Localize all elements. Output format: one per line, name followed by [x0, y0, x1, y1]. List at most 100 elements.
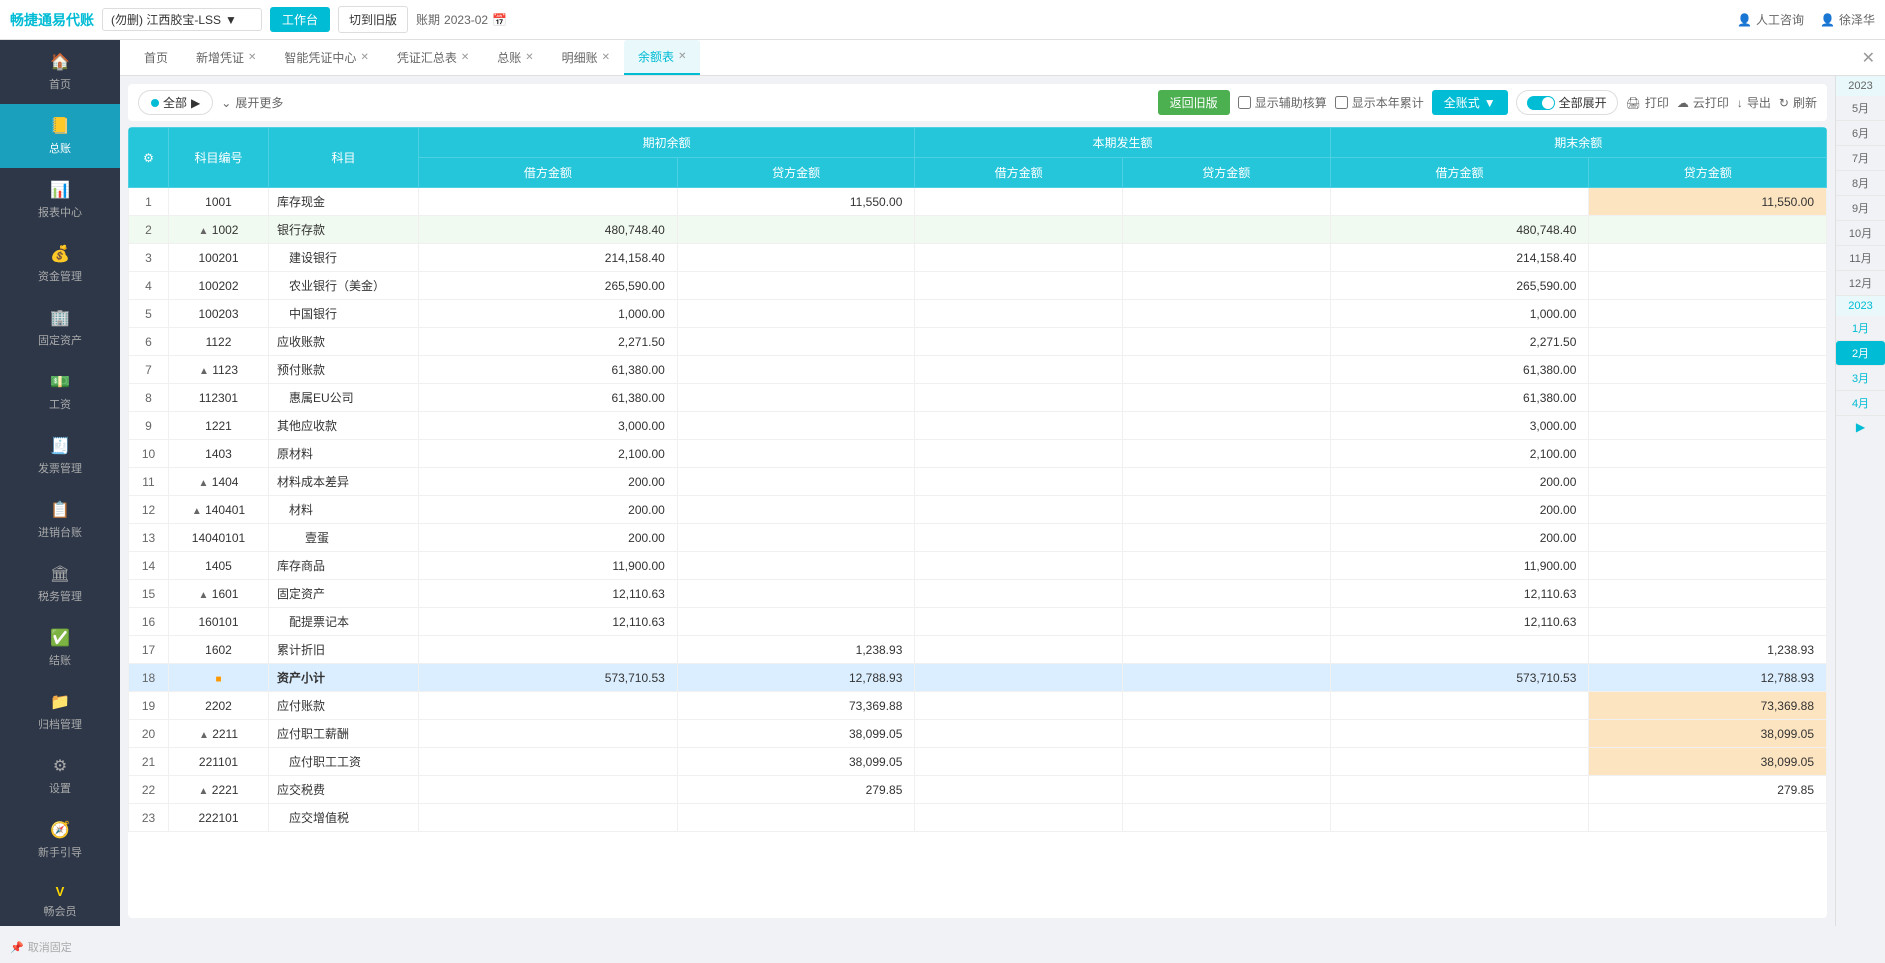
return-button[interactable]: 返回旧版	[1158, 90, 1230, 115]
consult-button[interactable]: 👤 人工咨询	[1737, 11, 1804, 28]
show-aux-checkbox[interactable]: 显示辅助核算	[1238, 94, 1327, 111]
sidebar-item-tax[interactable]: 🏛 税务管理	[0, 552, 120, 616]
show-year-input[interactable]	[1335, 96, 1348, 109]
calendar-icon[interactable]: 📅	[492, 13, 507, 27]
cell-name[interactable]: 材料成本差异	[269, 468, 419, 496]
expand-more-button[interactable]: ⌄ 展开更多	[221, 94, 283, 111]
cell-name[interactable]: 应付账款	[269, 692, 419, 720]
month-4[interactable]: 4月	[1836, 391, 1885, 416]
cell-name[interactable]: 累计折旧	[269, 636, 419, 664]
cell-name[interactable]: 库存商品	[269, 552, 419, 580]
format-button[interactable]: 全账式 ▼	[1432, 90, 1508, 115]
tab-home[interactable]: 首页	[130, 41, 182, 74]
cell-name[interactable]: 原材料	[269, 440, 419, 468]
cell-name[interactable]: 惠属EU公司	[269, 384, 419, 412]
month-6[interactable]: 6月	[1836, 121, 1885, 146]
month-7[interactable]: 7月	[1836, 146, 1885, 171]
account-name-link[interactable]: 原材料	[277, 447, 313, 461]
panel-expand-button[interactable]: ▶	[1836, 416, 1885, 438]
account-name-link[interactable]: 应付职工工资	[289, 755, 361, 769]
cell-name[interactable]: 库存现金	[269, 188, 419, 216]
account-name-link[interactable]: 银行存款	[277, 223, 325, 237]
sidebar-item-purchase[interactable]: 📋 进销台账	[0, 488, 120, 552]
cell-name[interactable]: 应交税费	[269, 776, 419, 804]
export-button[interactable]: ↓ 导出	[1737, 94, 1771, 111]
sidebar-item-archive[interactable]: 📁 归档管理	[0, 680, 120, 744]
month-12[interactable]: 12月	[1836, 271, 1885, 296]
account-name-link[interactable]: 材料成本差异	[277, 475, 349, 489]
sidebar-item-settings[interactable]: ⚙ 设置	[0, 744, 120, 808]
account-name-link[interactable]: 应付职工薪酬	[277, 727, 349, 741]
refresh-button[interactable]: ↻ 刷新	[1779, 94, 1817, 111]
month-10[interactable]: 10月	[1836, 221, 1885, 246]
account-name-link[interactable]: 材料	[289, 503, 313, 517]
print-button[interactable]: 🖨 打印	[1626, 94, 1669, 111]
cell-name[interactable]: 建设银行	[269, 244, 419, 272]
month-5[interactable]: 5月	[1836, 96, 1885, 121]
user-profile[interactable]: 👤 徐泽华	[1820, 11, 1875, 28]
month-9[interactable]: 9月	[1836, 196, 1885, 221]
account-name-link[interactable]: 固定资产	[277, 587, 325, 601]
settings-gear-icon[interactable]: ⚙	[143, 151, 154, 165]
account-name-link[interactable]: 应交税费	[277, 783, 325, 797]
account-name-link[interactable]: 农业银行（美金）	[289, 279, 385, 293]
tab-bar-close-button[interactable]: ✕	[1862, 48, 1875, 68]
account-name-link[interactable]: 应付账款	[277, 699, 325, 713]
sidebar-item-ledger[interactable]: 📒 总账	[0, 104, 120, 168]
sidebar-item-report[interactable]: 📊 报表中心	[0, 168, 120, 232]
tab-balance-close[interactable]: ✕	[678, 51, 686, 62]
tab-detail-close[interactable]: ✕	[602, 52, 610, 63]
account-name-link[interactable]: 应收账款	[277, 335, 325, 349]
tab-balance[interactable]: 余额表 ✕	[624, 40, 700, 75]
account-name-link[interactable]: 应交增值税	[289, 811, 349, 825]
cell-name[interactable]: 预付账款	[269, 356, 419, 384]
tab-ledger-close[interactable]: ✕	[525, 52, 533, 63]
account-name-link[interactable]: 配提票记本	[289, 615, 349, 629]
account-name-link[interactable]: 建设银行	[289, 251, 337, 265]
cell-name[interactable]: 农业银行（美金）	[269, 272, 419, 300]
cell-name[interactable]: 应付职工工资	[269, 748, 419, 776]
account-name-link[interactable]: 中国银行	[289, 307, 337, 321]
tab-new-voucher-close[interactable]: ✕	[248, 52, 256, 63]
account-name-link[interactable]: 库存商品	[277, 559, 325, 573]
cell-name[interactable]: 银行存款	[269, 216, 419, 244]
cell-name[interactable]: 配提票记本	[269, 608, 419, 636]
month-11[interactable]: 11月	[1836, 246, 1885, 271]
tab-detail[interactable]: 明细账 ✕	[548, 41, 624, 74]
cell-name[interactable]: 中国银行	[269, 300, 419, 328]
cell-name[interactable]: 应交增值税	[269, 804, 419, 832]
account-name-link[interactable]: 累计折旧	[277, 643, 325, 657]
sidebar-item-invoice[interactable]: 🧾 发票管理	[0, 424, 120, 488]
account-name-link[interactable]: 预付账款	[277, 363, 325, 377]
account-name-link[interactable]: 壹蛋	[305, 531, 329, 545]
month-2[interactable]: 2月	[1836, 341, 1885, 366]
cell-name[interactable]: 应收账款	[269, 328, 419, 356]
sidebar-item-guide[interactable]: 🧭 新手引导	[0, 808, 120, 872]
pin-button[interactable]: 📌 取消固定	[0, 931, 120, 963]
cell-name[interactable]: 壹蛋	[269, 524, 419, 552]
account-name-link[interactable]: 惠属EU公司	[289, 391, 354, 405]
cell-name[interactable]: 其他应收款	[269, 412, 419, 440]
month-1[interactable]: 1月	[1836, 316, 1885, 341]
show-year-checkbox[interactable]: 显示本年累计	[1335, 94, 1424, 111]
sidebar-item-salary[interactable]: 💵 工资	[0, 360, 120, 424]
cell-name[interactable]: 固定资产	[269, 580, 419, 608]
workbench-button[interactable]: 工作台	[270, 7, 330, 32]
sidebar-item-settle[interactable]: ✅ 结账	[0, 616, 120, 680]
month-3[interactable]: 3月	[1836, 366, 1885, 391]
expand-all-toggle[interactable]: 全部展开	[1516, 90, 1618, 115]
month-8[interactable]: 8月	[1836, 171, 1885, 196]
year-2023-label[interactable]: 2023	[1836, 296, 1885, 316]
tab-voucher-summary-close[interactable]: ✕	[461, 52, 469, 63]
switch-version-button[interactable]: 切到旧版	[338, 6, 408, 33]
tab-smart-center-close[interactable]: ✕	[360, 52, 368, 63]
show-aux-input[interactable]	[1238, 96, 1251, 109]
year-2023-prev-label[interactable]: 2023	[1836, 76, 1885, 96]
cell-name[interactable]: 材料	[269, 496, 419, 524]
tab-voucher-summary[interactable]: 凭证汇总表 ✕	[383, 41, 483, 74]
sidebar-item-home[interactable]: 🏠 首页	[0, 40, 120, 104]
sidebar-item-member[interactable]: V 畅会员	[0, 872, 120, 931]
all-filter-button[interactable]: 全部 ▶	[138, 90, 213, 115]
tab-new-voucher[interactable]: 新增凭证 ✕	[182, 41, 270, 74]
sidebar-item-fund[interactable]: 💰 资金管理	[0, 232, 120, 296]
